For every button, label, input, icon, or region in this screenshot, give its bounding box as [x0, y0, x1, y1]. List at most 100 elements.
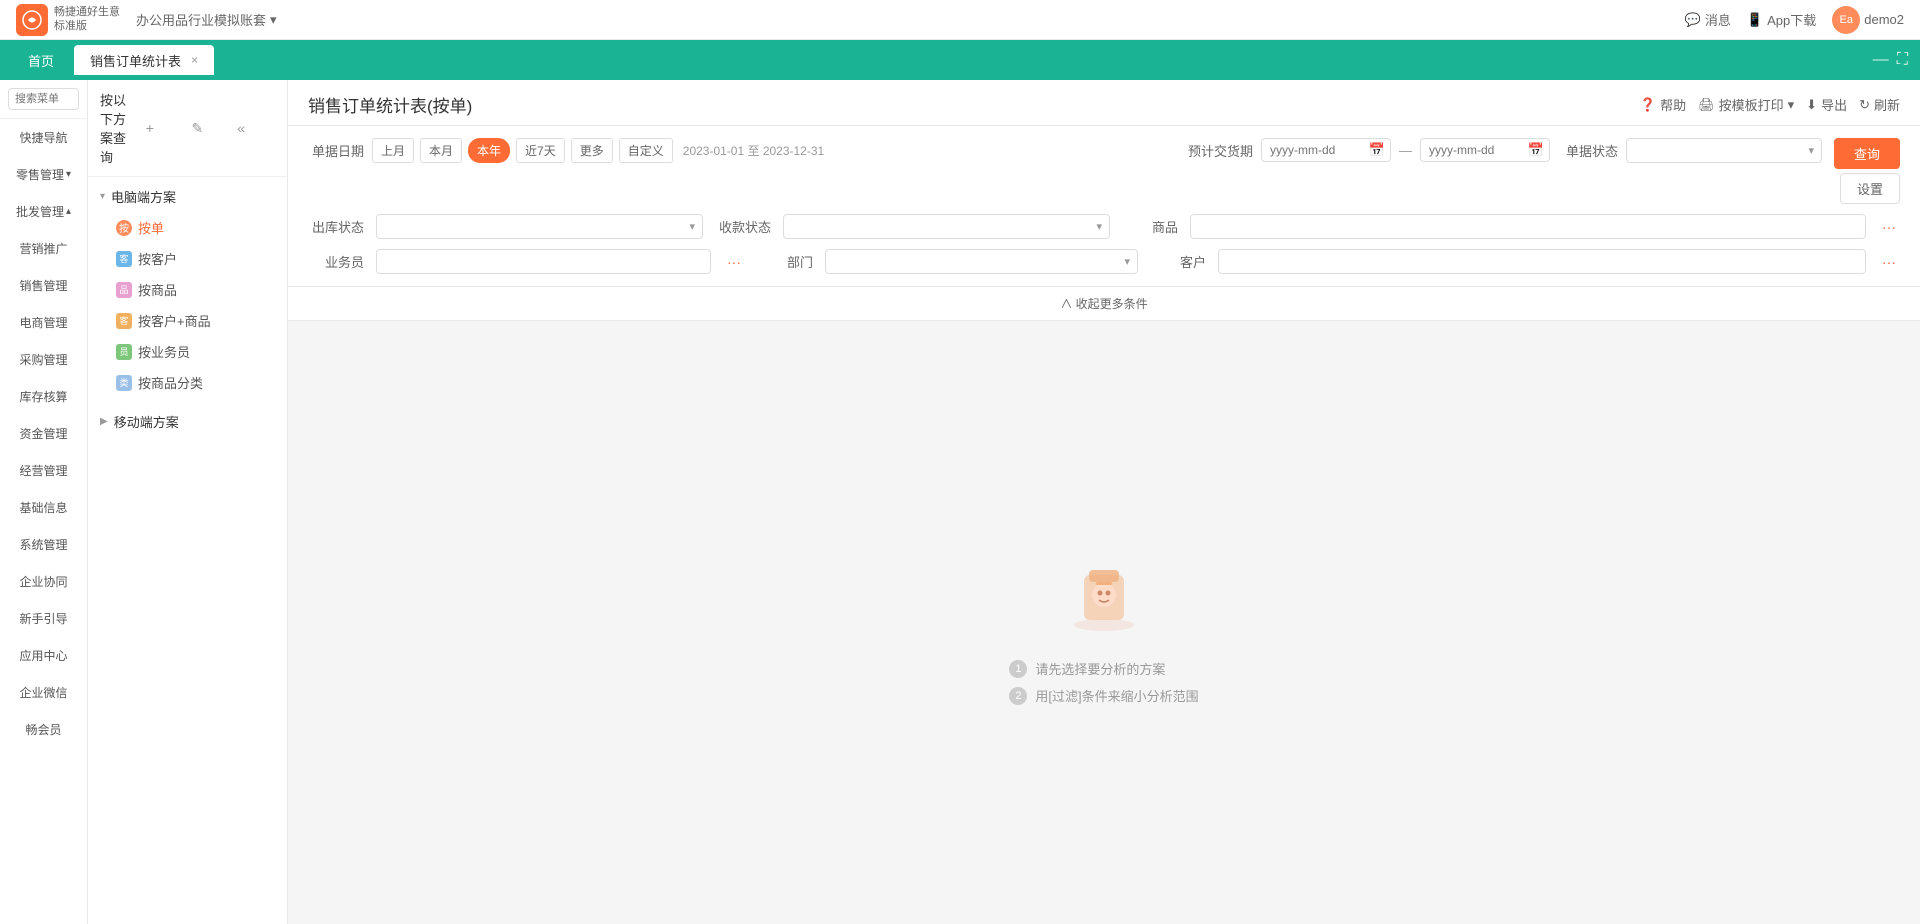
sidebar-item-cooperation[interactable]: 企业协同 — [0, 563, 87, 600]
sidebar-item-ecommerce[interactable]: 电商管理 — [0, 304, 87, 341]
by-product-icon: 品 — [116, 282, 132, 298]
salesman-more-btn[interactable]: ··· — [723, 254, 745, 270]
customer-input[interactable] — [1218, 249, 1866, 274]
bill-status-select[interactable] — [1626, 138, 1822, 163]
product-more-btn[interactable]: ··· — [1878, 219, 1900, 235]
customer-label: 客户 — [1150, 252, 1206, 271]
sidebar-item-purchase[interactable]: 采购管理 — [0, 341, 87, 378]
edit-scheme-btn[interactable]: ✎ — [192, 120, 230, 137]
content-area: 按以下方案查询 + ✎ « ▾ 电脑端方案 按 按单 客 按客户 — [88, 80, 1920, 924]
dept-select[interactable] — [825, 249, 1138, 274]
sidebar-marketing-label: 营销推广 — [19, 242, 67, 256]
sidebar-nav-label: 快捷导航 — [19, 131, 67, 145]
user-area[interactable]: Ea demo2 — [1832, 6, 1904, 34]
left-panel: 按以下方案查询 + ✎ « ▾ 电脑端方案 按 按单 客 按客户 — [88, 80, 288, 924]
expected-date-end-wrapper: 📅 — [1420, 138, 1550, 162]
salesman-input[interactable] — [376, 249, 711, 274]
empty-state: 1 请先选择要分析的方案 2 用[过滤]条件来缩小分析范围 — [288, 321, 1920, 924]
product-input[interactable] — [1190, 214, 1866, 239]
refresh-btn[interactable]: ↻ 刷新 — [1859, 95, 1900, 114]
sidebar-item-member[interactable]: 畅会员 — [0, 711, 87, 748]
sidebar-item-wechat[interactable]: 企业微信 — [0, 674, 87, 711]
tab-close-btn[interactable]: × — [191, 53, 198, 67]
ship-status-label: 出库状态 — [308, 217, 364, 236]
tab-home-label: 首页 — [28, 51, 54, 70]
mobile-group-label: 移动端方案 — [114, 412, 179, 431]
empty-tip-1: 1 请先选择要分析的方案 — [1009, 659, 1198, 678]
date-range-text: 2023-01-01 至 2023-12-31 — [683, 142, 824, 159]
search-input[interactable] — [8, 88, 79, 110]
by-product-label: 按商品 — [138, 280, 177, 299]
expected-date-end-input[interactable] — [1420, 138, 1550, 162]
collect-status-label: 收款状态 — [715, 217, 771, 236]
sidebar-item-retail[interactable]: 零售管理 ▾ — [0, 156, 87, 193]
scheme-by-customer-product[interactable]: 客 按客户+商品 — [88, 305, 287, 336]
query-btn[interactable]: 查询 — [1834, 138, 1900, 169]
page-title: 销售订单统计表(按单) — [308, 92, 472, 117]
mobile-scheme-parent[interactable]: ▶ 移动端方案 — [88, 406, 287, 437]
tab-sales-order-stat[interactable]: 销售订单统计表 × — [74, 45, 214, 75]
date-custom-btn[interactable]: 自定义 — [619, 138, 673, 163]
collapse-panel-btn[interactable]: « — [237, 120, 275, 136]
date-btn-group: 上月 本月 本年 近7天 更多 自定义 2023-01-01 至 2023-12… — [372, 138, 824, 163]
sidebar-item-wholesale[interactable]: 批发管理 ▴ — [0, 193, 87, 230]
sidebar-item-inventory[interactable]: 库存核算 — [0, 378, 87, 415]
sidebar-item-sales[interactable]: 销售管理 — [0, 267, 87, 304]
export-icon: ⬇ — [1806, 97, 1817, 113]
export-btn[interactable]: ⬇ 导出 — [1806, 95, 1847, 114]
app-selector[interactable]: 办公用品行业模拟账套 ▾ — [128, 6, 285, 33]
app-selector-label: 办公用品行业模拟账套 — [136, 10, 266, 29]
scheme-by-customer[interactable]: 客 按客户 — [88, 243, 287, 274]
expected-date-label: 预计交货期 — [1188, 141, 1253, 160]
tab-home[interactable]: 首页 — [12, 45, 70, 75]
sidebar-item-apps[interactable]: 应用中心 — [0, 637, 87, 674]
pc-scheme-parent[interactable]: ▾ 电脑端方案 — [88, 181, 287, 212]
scheme-by-order[interactable]: 按 按单 — [88, 212, 287, 243]
by-category-label: 按商品分类 — [138, 373, 203, 392]
by-category-icon: 类 — [116, 375, 132, 391]
date-more-btn[interactable]: 更多 — [571, 138, 613, 163]
collect-status-select-wrapper: ▾ — [783, 214, 1110, 239]
message-btn[interactable]: 💬 消息 — [1685, 10, 1731, 29]
sidebar-item-nav[interactable]: 快捷导航 — [0, 119, 87, 156]
collect-status-select[interactable] — [783, 214, 1110, 239]
print-btn[interactable]: 🖨 按模板打印 ▾ — [1698, 95, 1794, 114]
filter-area: 单据日期 上月 本月 本年 近7天 更多 自定义 2023-01-01 至 20… — [288, 126, 1920, 287]
refresh-label: 刷新 — [1874, 95, 1900, 114]
scheme-by-salesman[interactable]: 员 按业务员 — [88, 336, 287, 367]
sidebar-apps-label: 应用中心 — [19, 649, 67, 663]
settings-btn[interactable]: 设置 — [1840, 173, 1900, 204]
date-last-month-btn[interactable]: 上月 — [372, 138, 414, 163]
sidebar-item-finance[interactable]: 资金管理 — [0, 415, 87, 452]
scheme-by-category[interactable]: 类 按商品分类 — [88, 367, 287, 398]
expected-date-start-input[interactable] — [1261, 138, 1391, 162]
topbar: 畅捷通好生意 标准版 办公用品行业模拟账套 ▾ 💬 消息 📱 App下载 Ea … — [0, 0, 1920, 40]
add-scheme-btn[interactable]: + — [146, 120, 184, 136]
empty-illustration — [1054, 540, 1154, 643]
help-label: 帮助 — [1660, 95, 1686, 114]
app-download-btn[interactable]: 📱 App下载 — [1747, 10, 1816, 29]
sidebar-item-basic[interactable]: 基础信息 — [0, 489, 87, 526]
scheme-by-product[interactable]: 品 按商品 — [88, 274, 287, 305]
mobile-arrow-icon: ▶ — [100, 416, 108, 427]
by-salesman-label: 按业务员 — [138, 342, 190, 361]
window-minimize-btn[interactable]: — — [1873, 51, 1889, 69]
customer-more-btn[interactable]: ··· — [1878, 254, 1900, 270]
by-cp-icon: 客 — [116, 313, 132, 329]
topbar-left: 畅捷通好生意 标准版 办公用品行业模拟账套 ▾ — [16, 4, 285, 36]
pc-scheme-group: ▾ 电脑端方案 按 按单 客 按客户 品 按商品 客 按客户+商品 — [88, 177, 287, 402]
sidebar-item-newbie[interactable]: 新手引导 — [0, 600, 87, 637]
window-maximize-btn[interactable]: ⛶ — [1897, 51, 1908, 69]
ship-status-select[interactable] — [376, 214, 703, 239]
left-panel-title: 按以下方案查询 — [100, 90, 138, 166]
sidebar-item-marketing[interactable]: 营销推广 — [0, 230, 87, 267]
sidebar-cooperation-label: 企业协同 — [19, 575, 67, 589]
sidebar-item-system[interactable]: 系统管理 — [0, 526, 87, 563]
help-btn[interactable]: ❓ 帮助 — [1640, 95, 1686, 114]
date-this-year-btn[interactable]: 本年 — [468, 138, 510, 163]
left-panel-header: 按以下方案查询 + ✎ « — [88, 80, 287, 177]
collapse-bar[interactable]: ∧ 收起更多条件 — [288, 287, 1920, 321]
date-this-month-btn[interactable]: 本月 — [420, 138, 462, 163]
date-7days-btn[interactable]: 近7天 — [516, 138, 565, 163]
sidebar-item-operation[interactable]: 经营管理 — [0, 452, 87, 489]
